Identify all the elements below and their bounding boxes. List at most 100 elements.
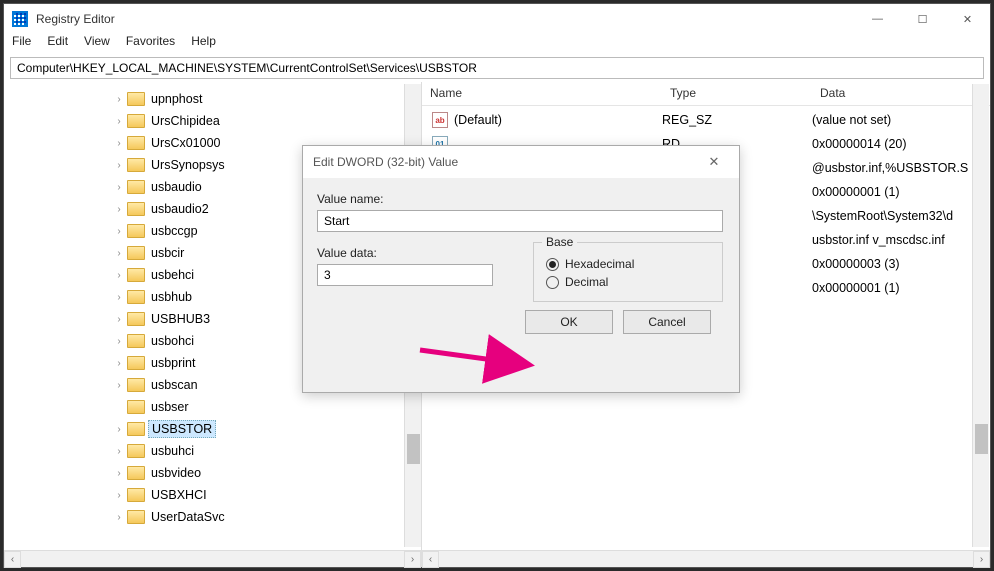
folder-icon (127, 136, 145, 150)
col-name[interactable]: Name (422, 82, 662, 105)
menu-file[interactable]: File (12, 34, 31, 54)
tree-label: usbccgp (148, 223, 201, 239)
scroll-right-icon[interactable]: › (973, 551, 990, 568)
value-data: \SystemRoot\System32\d (812, 209, 990, 223)
value-row[interactable]: ab(Default)REG_SZ(value not set) (422, 108, 990, 132)
expand-icon[interactable]: › (114, 182, 124, 193)
folder-icon (127, 488, 145, 502)
dialog-title: Edit DWORD (32-bit) Value (313, 155, 699, 169)
col-type[interactable]: Type (662, 82, 812, 105)
tree-label: UserDataSvc (148, 509, 228, 525)
radio-decimal[interactable]: Decimal (546, 275, 710, 289)
tree-label: usbaudio (148, 179, 205, 195)
address-bar[interactable]: Computer\HKEY_LOCAL_MACHINE\SYSTEM\Curre… (10, 57, 984, 79)
window-title: Registry Editor (36, 12, 855, 26)
value-data: @usbstor.inf,%USBSTOR.S (812, 161, 990, 175)
col-data[interactable]: Data (812, 82, 990, 105)
tree-item-upnphost[interactable]: › upnphost (114, 88, 421, 110)
tree-label: usbaudio2 (148, 201, 212, 217)
expand-icon[interactable]: › (114, 424, 124, 435)
maximize-button[interactable]: ☐ (900, 4, 945, 34)
menu-help[interactable]: Help (191, 34, 216, 54)
expand-icon[interactable]: › (114, 512, 124, 523)
value-icon: ab (432, 112, 448, 128)
expand-icon[interactable]: › (114, 380, 124, 391)
radio-dec-label: Decimal (565, 275, 608, 289)
expand-icon[interactable]: › (114, 446, 124, 457)
folder-icon (127, 356, 145, 370)
scroll-right-icon[interactable]: › (404, 551, 421, 568)
scroll-thumb[interactable] (407, 434, 420, 464)
tree-label: usbehci (148, 267, 197, 283)
value-data-input[interactable] (317, 264, 493, 286)
folder-icon (127, 312, 145, 326)
value-data: 0x00000014 (20) (812, 137, 990, 151)
value-data: 0x00000001 (1) (812, 185, 990, 199)
folder-icon (127, 400, 145, 414)
list-vscrollbar[interactable] (972, 84, 989, 547)
menu-edit[interactable]: Edit (47, 34, 68, 54)
expand-icon[interactable]: › (114, 94, 124, 105)
scroll-left-icon[interactable]: ‹ (4, 551, 21, 568)
expand-icon[interactable]: › (114, 204, 124, 215)
tree-label: usbvideo (148, 465, 204, 481)
expand-icon[interactable]: › (114, 468, 124, 479)
folder-icon (127, 202, 145, 216)
folder-icon (127, 246, 145, 260)
base-legend: Base (542, 235, 577, 249)
folder-icon (127, 92, 145, 106)
tree-label: usbser (148, 399, 192, 415)
tree-item-userdatasvc[interactable]: › UserDataSvc (114, 506, 421, 528)
folder-icon (127, 268, 145, 282)
expand-icon[interactable]: › (114, 160, 124, 171)
expand-icon[interactable]: › (114, 292, 124, 303)
list-hscrollbar[interactable]: ‹ › (422, 550, 990, 567)
dialog-close-button[interactable]: ✕ (699, 154, 729, 170)
expand-icon[interactable]: › (114, 314, 124, 325)
menu-view[interactable]: View (84, 34, 110, 54)
expand-icon[interactable]: › (114, 226, 124, 237)
titlebar[interactable]: Registry Editor — ☐ ✕ (4, 4, 990, 34)
radio-hexadecimal[interactable]: Hexadecimal (546, 257, 710, 271)
list-header[interactable]: Name Type Data (422, 82, 990, 106)
tree-label: usbscan (148, 377, 201, 393)
expand-icon[interactable]: › (114, 358, 124, 369)
folder-icon (127, 224, 145, 238)
tree-label: UrsSynopsys (148, 157, 228, 173)
cancel-button[interactable]: Cancel (623, 310, 711, 334)
folder-icon (127, 290, 145, 304)
tree-label: usbohci (148, 333, 197, 349)
value-name: (Default) (454, 113, 502, 127)
tree-label: USBHUB3 (148, 311, 213, 327)
tree-item-urschipidea[interactable]: ›UrsChipidea (114, 110, 421, 132)
edit-dword-dialog: Edit DWORD (32-bit) Value ✕ Value name: … (302, 145, 740, 393)
value-name-input[interactable] (317, 210, 723, 232)
scroll-left-icon[interactable]: ‹ (422, 551, 439, 568)
dialog-titlebar[interactable]: Edit DWORD (32-bit) Value ✕ (303, 146, 739, 178)
ok-button[interactable]: OK (525, 310, 613, 334)
value-data-label: Value data: (317, 246, 493, 260)
expand-icon[interactable]: › (114, 270, 124, 281)
tree-item-usbxhci[interactable]: ›USBXHCI (114, 484, 421, 506)
value-data: 0x00000001 (1) (812, 281, 990, 295)
minimize-button[interactable]: — (855, 4, 900, 34)
expand-icon[interactable]: › (114, 138, 124, 149)
tree-item-usbstor[interactable]: ›USBSTOR (114, 418, 421, 440)
scroll-thumb[interactable] (975, 424, 988, 454)
expand-icon[interactable]: › (114, 490, 124, 501)
menu-favorites[interactable]: Favorites (126, 34, 175, 54)
expand-icon[interactable]: › (114, 116, 124, 127)
tree-label: upnphost (148, 91, 205, 107)
tree-label: usbuhci (148, 443, 197, 459)
radio-hex-label: Hexadecimal (565, 257, 634, 271)
folder-icon (127, 444, 145, 458)
expand-icon[interactable]: › (114, 336, 124, 347)
close-button[interactable]: ✕ (945, 4, 990, 34)
expand-icon[interactable]: › (114, 248, 124, 259)
folder-icon (127, 422, 145, 436)
folder-icon (127, 466, 145, 480)
tree-item-usbvideo[interactable]: › usbvideo (114, 462, 421, 484)
tree-hscrollbar[interactable]: ‹ › (4, 550, 421, 567)
tree-item-usbuhci[interactable]: › usbuhci (114, 440, 421, 462)
tree-item-usbser[interactable]: usbser (114, 396, 421, 418)
